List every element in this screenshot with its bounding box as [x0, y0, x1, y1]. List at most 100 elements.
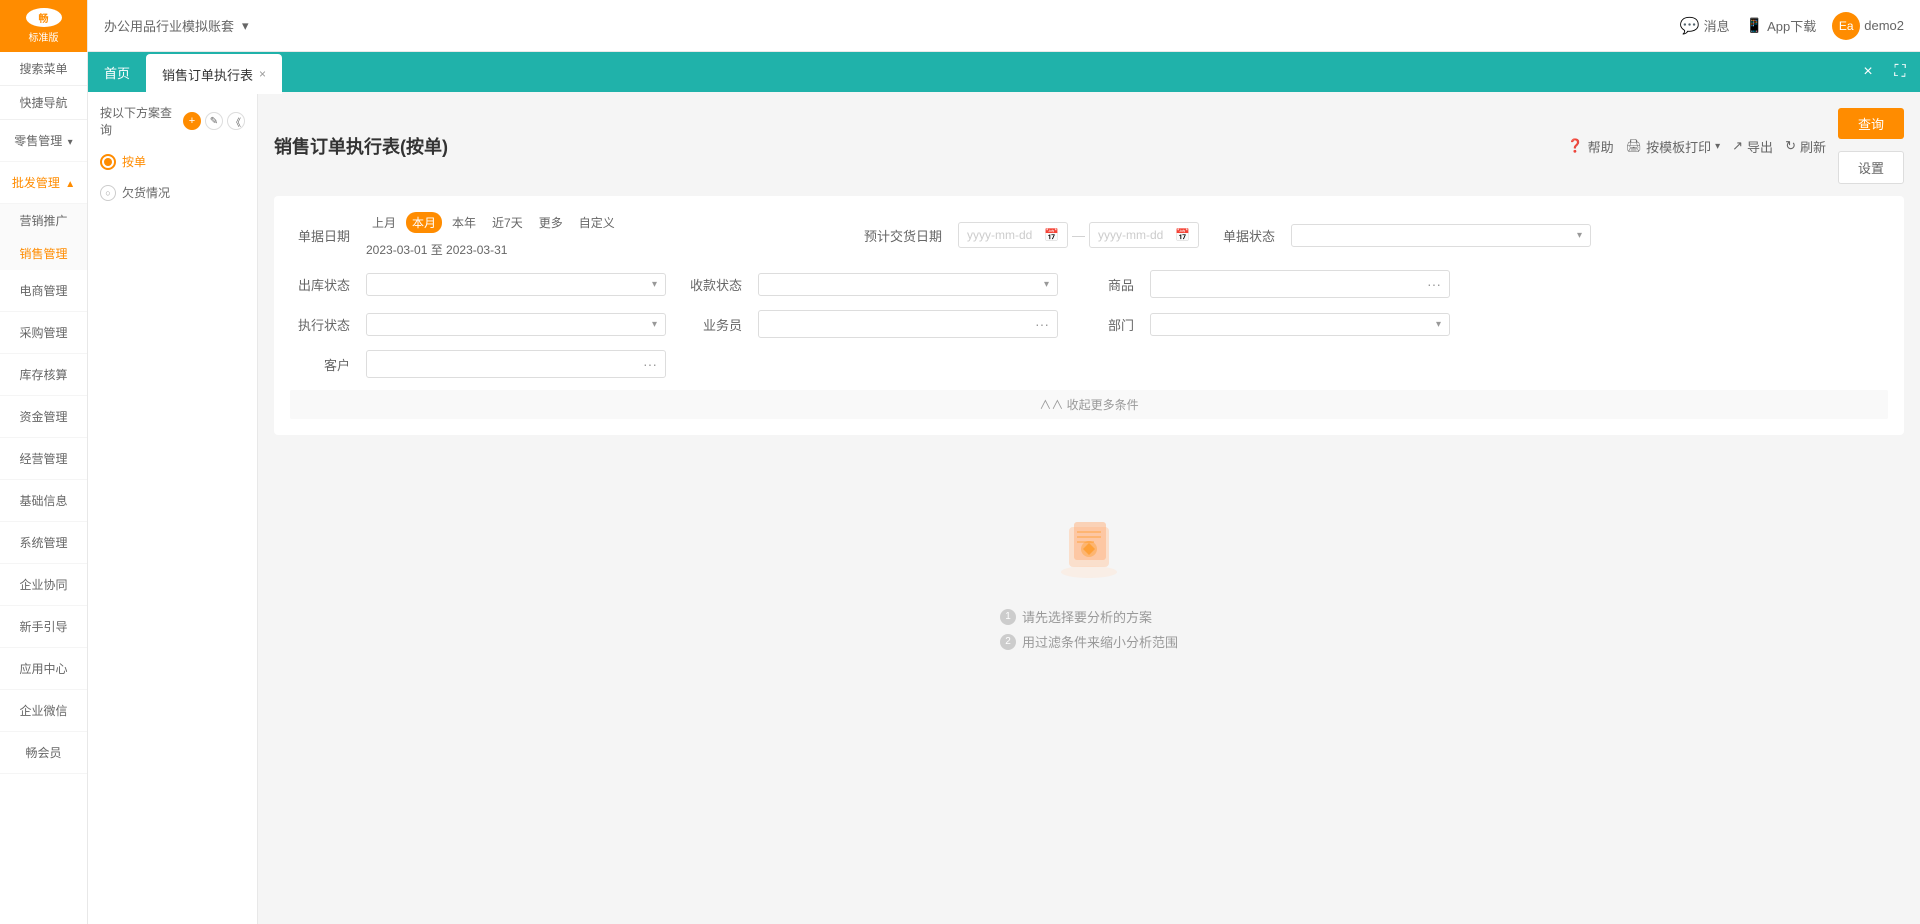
- date-tab-prev-month[interactable]: 上月: [366, 212, 402, 233]
- collapse-panel-button[interactable]: 《: [227, 112, 245, 130]
- sidebar-item-base-info[interactable]: 基础信息: [0, 480, 87, 522]
- expected-date-to-input[interactable]: yyyy-mm-dd 📅: [1089, 222, 1199, 248]
- logo-subtitle: 标准版: [29, 29, 59, 44]
- top-header: 办公用品行业模拟账套 ▾ 💬 消息 📱 App下载 Ea demo2: [88, 0, 1920, 52]
- refresh-icon: ↻: [1785, 138, 1796, 154]
- print-chevron-icon: ▾: [1715, 141, 1720, 152]
- goods-label: 商品: [1074, 275, 1134, 294]
- sidebar-item-ecommerce[interactable]: 电商管理: [0, 270, 87, 312]
- refresh-button[interactable]: ↻ 刷新: [1785, 137, 1826, 156]
- empty-tip-1: 1 请先选择要分析的方案: [1000, 607, 1178, 626]
- doc-status-select[interactable]: ▾: [1291, 224, 1591, 247]
- salesperson-more-icon: ···: [1035, 316, 1049, 332]
- goods-more-icon: ···: [1427, 276, 1441, 292]
- user-name-label: demo2: [1864, 18, 1904, 33]
- customer-select[interactable]: ···: [366, 350, 666, 378]
- doc-status-chevron-icon: ▾: [1577, 230, 1582, 241]
- out-status-chevron-icon: ▾: [652, 279, 657, 290]
- plan-radio-active-icon: [100, 154, 116, 170]
- setting-button[interactable]: 设置: [1838, 151, 1904, 184]
- export-button[interactable]: ↗ 导出: [1732, 137, 1773, 156]
- salesperson-label: 业务员: [682, 315, 742, 334]
- calendar-from-icon: 📅: [1044, 228, 1059, 242]
- exec-status-select[interactable]: ▾: [366, 313, 666, 336]
- date-tab-current-year[interactable]: 本年: [446, 212, 482, 233]
- tab-close-icon[interactable]: ×: [259, 67, 266, 81]
- left-panel-action-buttons: + ✎ 《: [183, 112, 245, 130]
- plan-label-by-order: 按单: [122, 153, 146, 170]
- tab-minimize-button[interactable]: ×: [1856, 60, 1880, 84]
- sidebar-sub-item-marketing[interactable]: 营销推广: [0, 204, 87, 237]
- add-plan-button[interactable]: +: [183, 112, 201, 130]
- tab-maximize-button[interactable]: ⛶: [1888, 60, 1912, 84]
- sidebar-item-membership[interactable]: 畅会员: [0, 732, 87, 774]
- date-range-separator: —: [1072, 228, 1085, 243]
- header-breadcrumb: 办公用品行业模拟账套 ▾: [104, 16, 249, 35]
- sidebar-item-wholesale[interactable]: 批发管理 ▲: [0, 162, 87, 204]
- plan-label-shortage: 欠货情况: [122, 184, 170, 201]
- out-status-select[interactable]: ▾: [366, 273, 666, 296]
- plan-item-by-order[interactable]: 按单: [88, 146, 257, 177]
- expected-date-to-placeholder: yyyy-mm-dd: [1098, 228, 1163, 242]
- sidebar-item-quick-nav[interactable]: 快捷导航: [0, 86, 87, 120]
- refresh-label: 刷新: [1800, 137, 1826, 156]
- print-button[interactable]: 🖨 按模板打印 ▾: [1626, 137, 1721, 156]
- page-title: 销售订单执行表(按单): [274, 133, 448, 159]
- expected-date-range: yyyy-mm-dd 📅 — yyyy-mm-dd 📅: [958, 222, 1199, 248]
- collapse-bar[interactable]: ∧∧ 收起更多条件: [290, 390, 1888, 419]
- date-tab-current-month[interactable]: 本月: [406, 212, 442, 233]
- receipt-status-select[interactable]: ▾: [758, 273, 1058, 296]
- sidebar-item-finance[interactable]: 资金管理: [0, 396, 87, 438]
- date-tab-custom[interactable]: 自定义: [573, 212, 621, 233]
- sidebar-item-retail[interactable]: 零售管理 ▾: [0, 120, 87, 162]
- empty-state: 1 请先选择要分析的方案 2 用过滤条件来缩小分析范围: [274, 447, 1904, 717]
- app-download-button[interactable]: 📱 App下载: [1746, 16, 1817, 35]
- sidebar-item-enterprise[interactable]: 企业协同: [0, 564, 87, 606]
- search-button[interactable]: 查询: [1838, 108, 1904, 139]
- right-panel: 销售订单执行表(按单) ❓ 帮助 🖨 按模板打印 ▾ ↗ 导出: [258, 92, 1920, 924]
- calendar-to-icon: 📅: [1175, 228, 1190, 242]
- filter-row-3: 执行状态 ▾ 业务员 ··· 部门 ▾: [290, 310, 1888, 338]
- expected-date-from-input[interactable]: yyyy-mm-dd 📅: [958, 222, 1068, 248]
- user-profile-button[interactable]: Ea demo2: [1832, 12, 1904, 40]
- date-tab-more[interactable]: 更多: [533, 212, 569, 233]
- search-setting-buttons: 查询 设置: [1838, 108, 1904, 184]
- sidebar-item-wechat[interactable]: 企业微信: [0, 690, 87, 732]
- receipt-status-chevron-icon: ▾: [1044, 279, 1049, 290]
- sidebar-item-inventory[interactable]: 库存核算: [0, 354, 87, 396]
- collapse-up-icon: ∧∧: [1039, 398, 1063, 412]
- left-panel: 按以下方案查询 + ✎ 《 按单 ○ 欠货情况: [88, 92, 258, 924]
- page-actions: ❓ 帮助 🖨 按模板打印 ▾ ↗ 导出 ↻ 刷新: [1567, 108, 1904, 184]
- goods-select[interactable]: ···: [1150, 270, 1450, 298]
- plan-item-shortage[interactable]: ○ 欠货情况: [88, 177, 257, 208]
- sidebar: 畅 标准版 搜索菜单 快捷导航 零售管理 ▾ 批发管理 ▲ 营销推广 销售管理 …: [0, 0, 88, 924]
- dept-select[interactable]: ▾: [1150, 313, 1450, 336]
- tab-home-label: 首页: [104, 63, 130, 82]
- sidebar-sub-item-sales[interactable]: 销售管理: [0, 237, 87, 270]
- customer-label: 客户: [290, 355, 350, 374]
- left-panel-title: 按以下方案查询: [100, 104, 183, 138]
- expected-date-label: 预计交货日期: [862, 226, 942, 245]
- tab-home[interactable]: 首页: [88, 52, 146, 92]
- sidebar-item-system[interactable]: 系统管理: [0, 522, 87, 564]
- edit-plan-button[interactable]: ✎: [205, 112, 223, 130]
- sidebar-item-newbie[interactable]: 新手引导: [0, 606, 87, 648]
- sidebar-item-purchase[interactable]: 采购管理: [0, 312, 87, 354]
- tab-bar: 首页 销售订单执行表 × × ⛶: [88, 52, 1920, 92]
- print-label: 按模板打印: [1646, 137, 1711, 156]
- date-tab-7days[interactable]: 近7天: [486, 212, 529, 233]
- message-button[interactable]: 💬 消息: [1680, 16, 1730, 36]
- date-range-display: 2023-03-01 至 2023-03-31: [366, 241, 846, 258]
- tab-active-label: 销售订单执行表: [162, 65, 253, 84]
- sidebar-item-search[interactable]: 搜索菜单: [0, 52, 87, 86]
- doc-status-label: 单据状态: [1215, 226, 1275, 245]
- salesperson-select[interactable]: ···: [758, 310, 1058, 338]
- message-label: 消息: [1704, 16, 1730, 35]
- receipt-status-label: 收款状态: [682, 275, 742, 294]
- tab-sales-execution[interactable]: 销售订单执行表 ×: [146, 54, 282, 94]
- empty-tips: 1 请先选择要分析的方案 2 用过滤条件来缩小分析范围: [1000, 607, 1178, 657]
- sidebar-item-operations[interactable]: 经营管理: [0, 438, 87, 480]
- filter-row-2: 出库状态 ▾ 收款状态 ▾ 商品 ···: [290, 270, 1888, 298]
- help-button[interactable]: ❓ 帮助: [1567, 137, 1613, 156]
- sidebar-item-app-center[interactable]: 应用中心: [0, 648, 87, 690]
